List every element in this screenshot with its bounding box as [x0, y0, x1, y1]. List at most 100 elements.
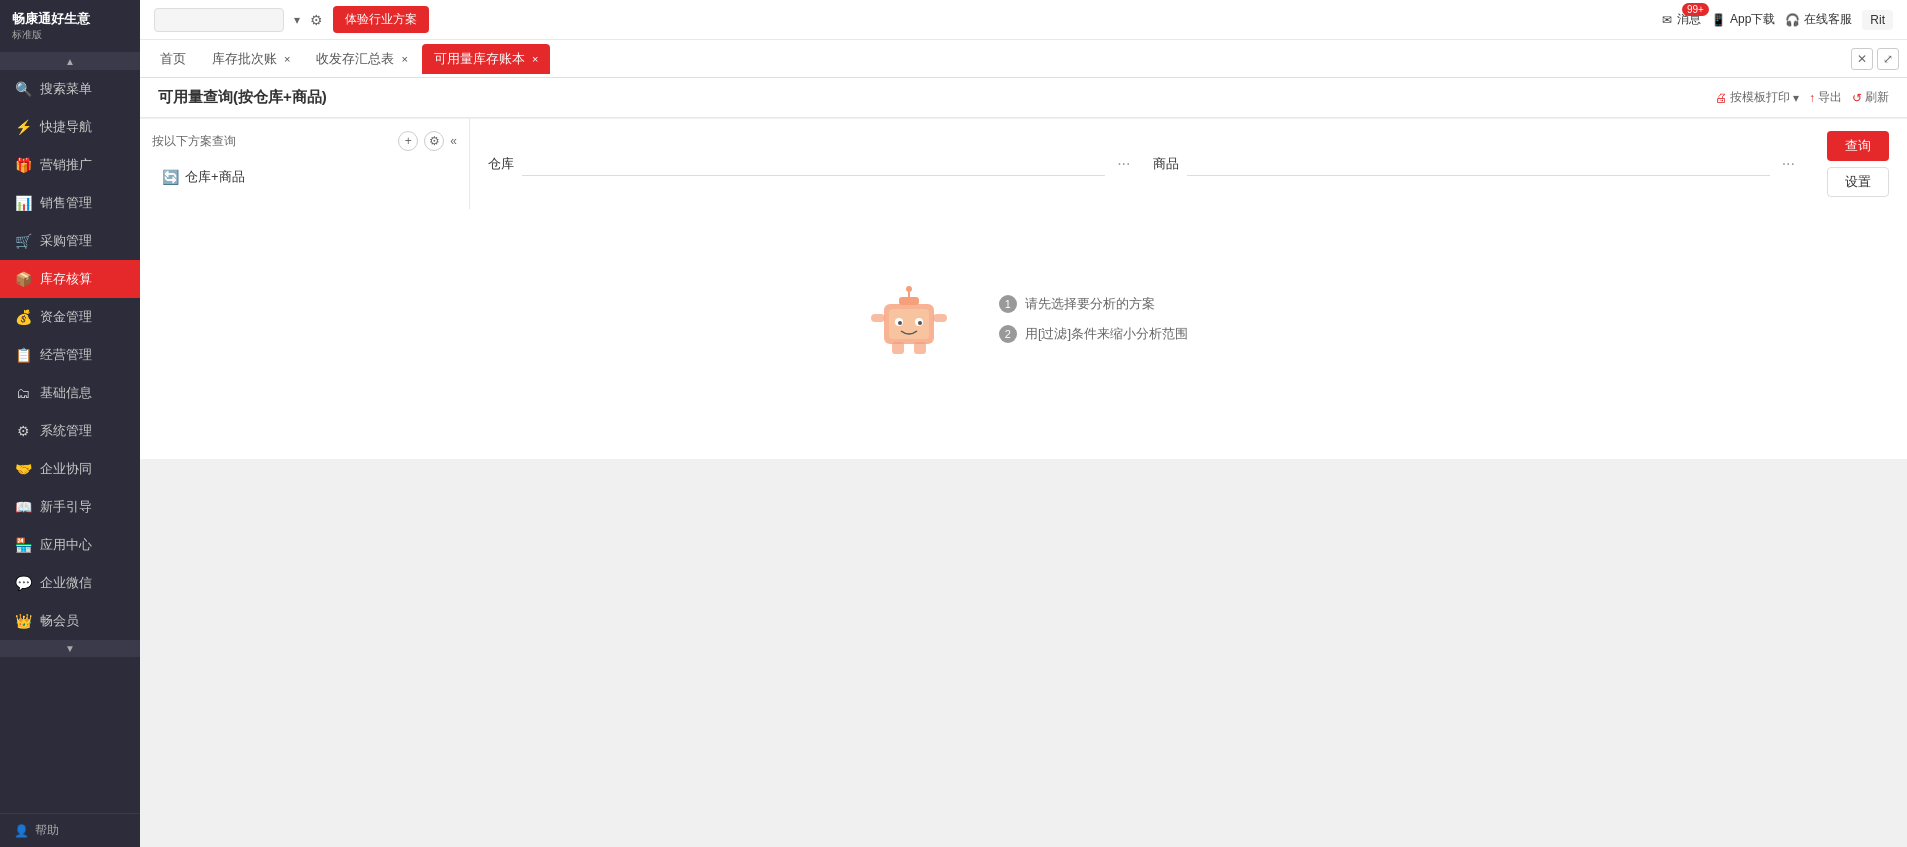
product-filter-field: 商品 ··· — [1153, 152, 1800, 176]
export-icon: ↑ — [1809, 91, 1815, 105]
main: ▾ ⚙ 体验行业方案 ✉ 消息 99+ 📱 App下载 🎧 在线客服 Rit 首… — [140, 0, 1907, 847]
industry-button[interactable]: 体验行业方案 — [333, 6, 429, 33]
tab-available[interactable]: 可用量库存账本× — [422, 44, 550, 74]
product-input[interactable] — [1187, 152, 1770, 176]
sidebar-item-label: 营销推广 — [40, 156, 92, 174]
sidebar-scroll-down[interactable]: ▼ — [0, 640, 140, 657]
headset-icon: 🎧 — [1785, 13, 1800, 27]
appstore-icon: 🏪 — [14, 537, 32, 553]
sidebar-item-label: 采购管理 — [40, 232, 92, 250]
message-button[interactable]: ✉ 消息 99+ — [1662, 11, 1701, 28]
sidebar-item-operation[interactable]: 📋经营管理 — [0, 336, 140, 374]
print-dropdown-icon[interactable]: ▾ — [1793, 91, 1799, 105]
tab-close-summary[interactable]: × — [401, 53, 407, 65]
refresh-label: 刷新 — [1865, 89, 1889, 106]
sidebar-item-sales[interactable]: 📊 销售管理 — [0, 184, 140, 222]
tab-right-actions: ✕ ⤢ — [1851, 48, 1899, 70]
warehouse-label: 仓库 — [488, 155, 514, 173]
tab-summary[interactable]: 收发存汇总表× — [304, 44, 419, 74]
sidebar-item-enterprise[interactable]: 🤝企业协同 — [0, 450, 140, 488]
finance-icon: 💰 — [14, 309, 32, 325]
service-button[interactable]: 🎧 在线客服 — [1785, 11, 1852, 28]
scheme-add-button[interactable]: + — [398, 131, 418, 151]
tab-close-batch[interactable]: × — [284, 53, 290, 65]
tip-text-1: 请先选择要分析的方案 — [1025, 295, 1155, 313]
scheme-icon: 🔄 — [162, 169, 179, 185]
export-button[interactable]: ↑ 导出 — [1809, 89, 1842, 106]
settings-button[interactable]: 设置 — [1827, 167, 1889, 197]
sidebar-item-finance[interactable]: 💰 资金管理 — [0, 298, 140, 336]
tip-text-2: 用[过滤]条件来缩小分析范围 — [1025, 325, 1188, 343]
sidebar-item-shortcut[interactable]: ⚡快捷导航 — [0, 108, 140, 146]
sidebar-item-member[interactable]: 👑畅会员 — [0, 602, 140, 640]
logo-sub: 标准版 — [12, 28, 128, 42]
query-button[interactable]: 查询 — [1827, 131, 1889, 161]
basic-icon: 🗂 — [14, 385, 32, 401]
sidebar-item-system[interactable]: ⚙ 系统管理 — [0, 412, 140, 450]
query-area: 按以下方案查询 + ⚙ « 🔄仓库+商品 仓库 ··· — [140, 119, 1907, 209]
empty-state: 1 请先选择要分析的方案 2 用[过滤]条件来缩小分析范围 — [140, 209, 1907, 429]
warehouse-input[interactable] — [522, 152, 1105, 176]
empty-row: 1 请先选择要分析的方案 2 用[过滤]条件来缩小分析范围 — [859, 269, 1188, 369]
sidebar-item-search[interactable]: 🔍搜索菜单 — [0, 70, 140, 108]
sidebar-item-label: 企业微信 — [40, 574, 92, 592]
user-menu[interactable]: Rit — [1862, 10, 1893, 30]
topbar-dropdown[interactable]: ▾ — [294, 13, 300, 27]
export-label: 导出 — [1818, 89, 1842, 106]
tab-batch[interactable]: 库存批次账× — [200, 44, 302, 74]
svg-rect-9 — [871, 314, 885, 322]
svg-rect-10 — [933, 314, 947, 322]
scheme-header-actions: + ⚙ « — [398, 131, 457, 151]
svg-point-8 — [906, 286, 912, 292]
page-title: 可用量查询(按仓库+商品) — [158, 88, 327, 107]
sidebar-item-appstore[interactable]: 🏪应用中心 — [0, 526, 140, 564]
warehouse-filter-field: 仓库 ··· — [488, 152, 1135, 176]
scheme-collapse-button[interactable]: « — [450, 134, 457, 148]
filter-buttons: 查询 设置 — [1817, 131, 1889, 197]
purchase-icon: 🛒 — [14, 233, 32, 249]
app-download-button[interactable]: 📱 App下载 — [1711, 11, 1775, 28]
system-icon: ⚙ — [14, 423, 32, 439]
sidebar-item-wxwork[interactable]: 💬企业微信 — [0, 564, 140, 602]
close-all-tabs-button[interactable]: ✕ — [1851, 48, 1873, 70]
sidebar-item-basic[interactable]: 🗂 基础信息 — [0, 374, 140, 412]
inventory-icon: 📦 — [14, 271, 32, 287]
sidebar-item-purchase[interactable]: 🛒 采购管理 — [0, 222, 140, 260]
sidebar-bottom[interactable]: 👤 帮助 — [0, 813, 140, 847]
tab-home[interactable]: 首页 — [148, 44, 198, 74]
sidebar-item-label: 系统管理 — [40, 422, 92, 440]
sidebar-scroll-up[interactable]: ▲ — [0, 53, 140, 70]
sidebar-item-label: 基础信息 — [40, 384, 92, 402]
sidebar-item-inventory[interactable]: 📦 库存核算 — [0, 260, 140, 298]
svg-point-4 — [898, 321, 902, 325]
member-icon: 👑 — [14, 613, 32, 629]
sidebar-item-marketing[interactable]: 🎁 营销推广 — [0, 146, 140, 184]
empty-tips: 1 请先选择要分析的方案 2 用[过滤]条件来缩小分析范围 — [999, 295, 1188, 343]
print-button[interactable]: 🖨 按模板打印 ▾ — [1715, 89, 1799, 106]
svg-rect-6 — [899, 297, 919, 305]
refresh-button[interactable]: ↺ 刷新 — [1852, 89, 1889, 106]
marketing-icon: 🎁 — [14, 157, 32, 173]
sidebar-item-label: 新手引导 — [40, 498, 92, 516]
message-badge: 99+ — [1682, 3, 1709, 16]
tab-label: 首页 — [160, 50, 186, 68]
topbar-search-input[interactable] — [154, 8, 284, 32]
scheme-item-warehouse_product[interactable]: 🔄仓库+商品 — [152, 161, 457, 193]
warehouse-more-button[interactable]: ··· — [1113, 155, 1134, 173]
tab-close-available[interactable]: × — [532, 53, 538, 65]
page-header: 可用量查询(按仓库+商品) 🖨 按模板打印 ▾ ↑ 导出 ↺ 刷新 — [140, 78, 1907, 118]
gear-icon[interactable]: ⚙ — [310, 12, 323, 28]
sidebar: 畅康通好生意 标准版 ▲ 🔍搜索菜单⚡快捷导航🎁营销推广📊销售管理🛒采购管理📦库… — [0, 0, 140, 847]
sidebar-item-newbie[interactable]: 📖新手引导 — [0, 488, 140, 526]
sidebar-item-label: 销售管理 — [40, 194, 92, 212]
sidebar-item-label: 资金管理 — [40, 308, 92, 326]
sidebar-item-label: 库存核算 — [40, 270, 92, 288]
product-more-button[interactable]: ··· — [1778, 155, 1799, 173]
scheme-panel-header: 按以下方案查询 + ⚙ « — [152, 131, 457, 151]
scheme-items-container: 🔄仓库+商品 — [152, 161, 457, 193]
shortcut-icon: ⚡ — [14, 119, 32, 135]
svg-rect-12 — [914, 342, 926, 354]
scheme-settings-button[interactable]: ⚙ — [424, 131, 444, 151]
sales-icon: 📊 — [14, 195, 32, 211]
expand-button[interactable]: ⤢ — [1877, 48, 1899, 70]
